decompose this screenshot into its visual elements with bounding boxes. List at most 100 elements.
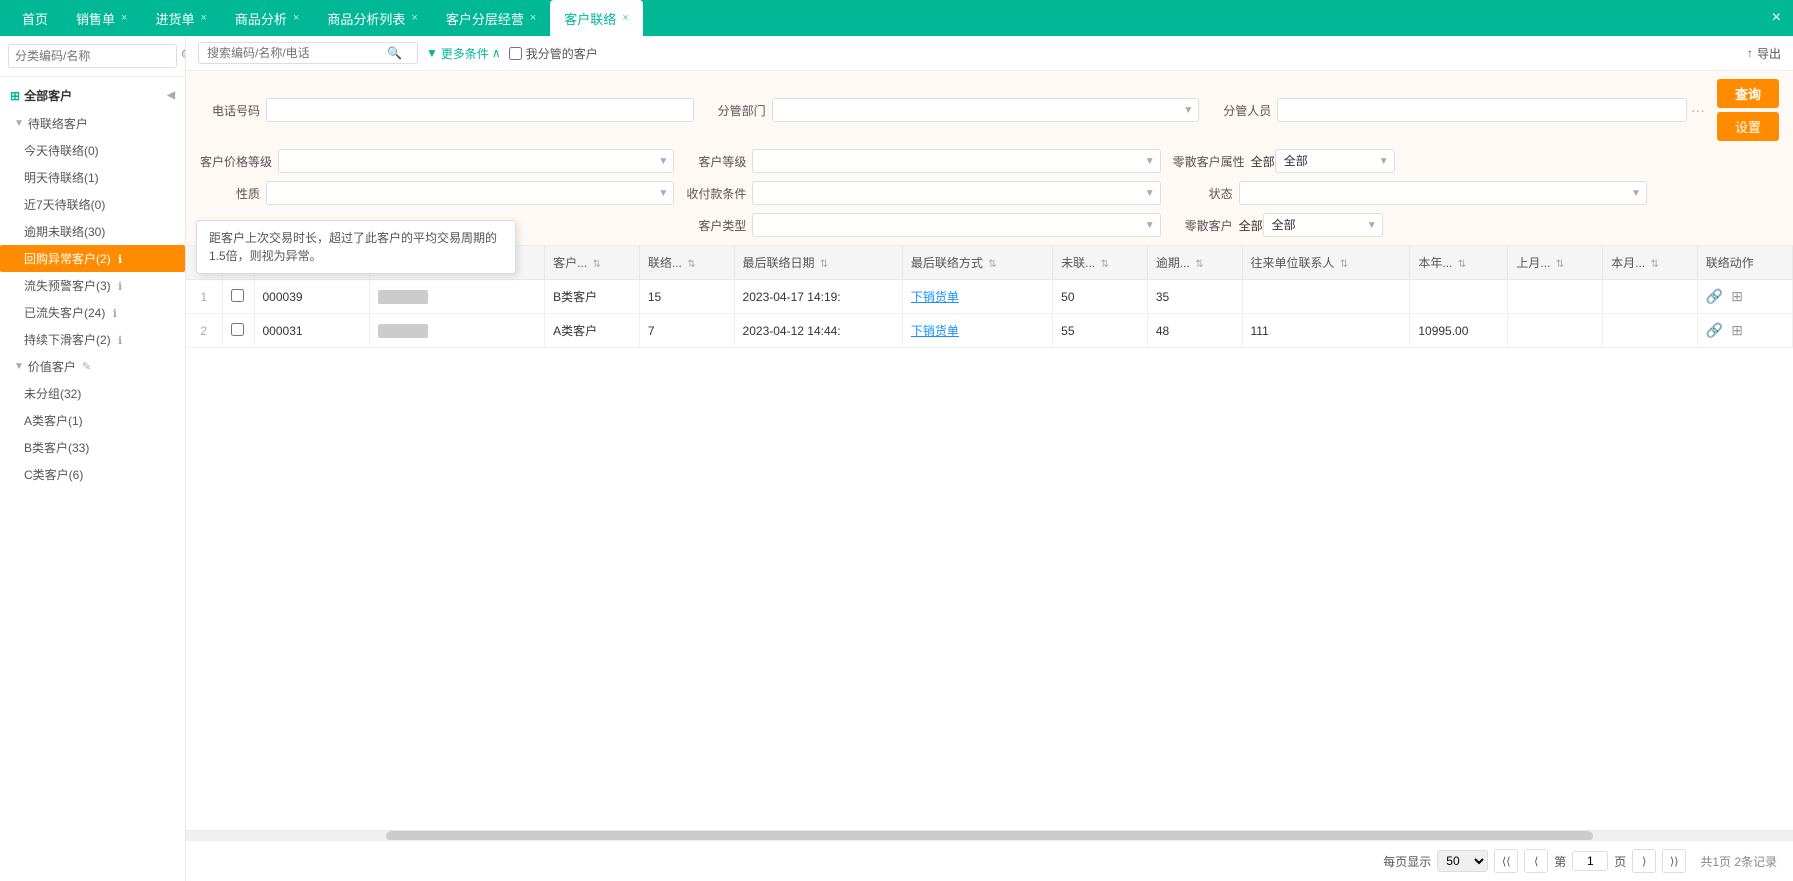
status-select[interactable] [1239, 181, 1647, 205]
search-submit-icon[interactable]: 🔍 [387, 46, 402, 60]
dept-select[interactable] [772, 98, 1200, 122]
sidebar-item-repurchase-abnormal[interactable]: 回购异常客户(2) ℹ [0, 245, 185, 272]
filter-row-2: 客户价格等级 ▼ 客户等级 ▼ 零散客户属性 全部 [200, 149, 1779, 173]
customer-name-blurred [378, 290, 428, 304]
close-icon[interactable]: × [293, 12, 299, 24]
payment-select-wrap: ▼ [752, 181, 1160, 205]
customer-search-input[interactable] [207, 46, 387, 60]
chevron-up-icon: ∧ [492, 46, 501, 60]
filter-cell-manager: 分管人员 ··· [1211, 98, 1705, 122]
customer-name-blurred [378, 324, 428, 338]
query-button[interactable]: 查询 [1717, 79, 1779, 108]
sidebar-item-class-c[interactable]: C类客户(6) [0, 461, 185, 488]
close-icon[interactable]: × [200, 12, 206, 24]
sidebar-group-pending-title[interactable]: ▼ 待联络客户 [0, 110, 185, 137]
export-button[interactable]: ↑ 导出 [1747, 45, 1781, 62]
nav-item-purchase[interactable]: 进货单 × [141, 0, 220, 36]
nav-item-sales[interactable]: 销售单 × [62, 0, 141, 36]
overdue: 48 [1147, 314, 1242, 348]
my-customers-checkbox[interactable]: 我分管的客户 [509, 45, 598, 62]
expand-icon: ▼ [14, 361, 24, 372]
edit-icon[interactable]: ✎ [82, 360, 91, 373]
th-contact-count[interactable]: 联络... ⇅ [639, 246, 734, 280]
sidebar-all-customers[interactable]: ⊞ 全部客户 ◀ [0, 81, 185, 110]
close-icon[interactable]: × [530, 12, 536, 24]
customer-name [369, 314, 545, 348]
customer-level-select[interactable] [752, 149, 1160, 173]
sidebar-item-overdue[interactable]: 逾期未联络(30) [0, 218, 185, 245]
th-last-month[interactable]: 上月... ⇅ [1508, 246, 1603, 280]
phone-input[interactable] [266, 98, 694, 122]
sidebar-item-lost[interactable]: 已流失客户(24) ℹ [0, 299, 185, 326]
payment-select[interactable] [752, 181, 1160, 205]
sort-icon: ⇅ [687, 259, 695, 270]
nav-item-home[interactable]: 首页 [8, 0, 62, 36]
retail-select[interactable]: 全部 [1263, 213, 1383, 237]
th-this-year[interactable]: 本年... ⇅ [1410, 246, 1508, 280]
next-page-button[interactable]: ⟩ [1632, 849, 1656, 873]
more-conditions-button[interactable]: ▼ 更多条件 ∧ [426, 45, 501, 62]
sidebar-item-7days[interactable]: 近7天待联络(0) [0, 191, 185, 218]
sidebar-body: ⊞ 全部客户 ◀ ▼ 待联络客户 今天待联络(0) 明天待联络(1) 近7天待联… [0, 77, 185, 881]
close-icon[interactable]: × [622, 12, 628, 24]
link-icon[interactable]: 🔗 [1706, 322, 1723, 339]
top-nav: 首页 销售单 × 进货单 × 商品分析 × 商品分析列表 × 客户分层经营 × … [0, 0, 1793, 36]
manager-input[interactable] [1277, 98, 1687, 122]
nav-item-home-label: 首页 [22, 9, 48, 28]
nav-item-customer-tier[interactable]: 客户分层经营 × [432, 0, 550, 36]
sidebar-item-class-a[interactable]: A类客户(1) [0, 407, 185, 434]
nav-item-purchase-label: 进货单 [155, 9, 194, 28]
filter-cell-customer-level: 客户等级 ▼ [686, 149, 1160, 173]
row-checkbox[interactable] [231, 289, 244, 302]
th-last-contact-method[interactable]: 最后联络方式 ⇅ [902, 246, 1052, 280]
sidebar-group-value: ▼ 价值客户 ✎ 未分组(32) A类客户(1) B类客户(33) C类客户(6… [0, 353, 185, 488]
sort-icon: ⇅ [1101, 259, 1109, 270]
sidebar-item-declining[interactable]: 持续下滑客户(2) ℹ [0, 326, 185, 353]
sidebar-item-ungroup[interactable]: 未分组(32) [0, 380, 185, 407]
settings-button[interactable]: 设置 [1717, 112, 1779, 141]
nav-item-analysis[interactable]: 商品分析 × [221, 0, 313, 36]
close-icon[interactable]: × [411, 12, 417, 24]
filter-bar: 🔍 ▼ 更多条件 ∧ 我分管的客户 ↑ 导出 [186, 36, 1793, 71]
collapse-icon[interactable]: ◀ [167, 90, 175, 101]
sidebar-item-loss-warning[interactable]: 流失预警客户(3) ℹ [0, 272, 185, 299]
nav-item-customer-contact[interactable]: 客户联络 × [550, 0, 642, 36]
th-not-linked[interactable]: 未联... ⇅ [1053, 246, 1148, 280]
filter-cell-nature: 性质 ▼ [200, 181, 674, 205]
sidebar-item-today[interactable]: 今天待联络(0) [0, 137, 185, 164]
nature-select[interactable] [266, 181, 674, 205]
filter-icon: ▼ [426, 46, 438, 60]
sidebar-item-tomorrow[interactable]: 明天待联络(1) [0, 164, 185, 191]
th-contacts[interactable]: 往来单位联系人 ⇅ [1242, 246, 1410, 280]
sidebar-group-value-title[interactable]: ▼ 价值客户 ✎ [0, 353, 185, 380]
table-row: 1 000039 B类客户 15 2023-04-17 14:19: 下销 [186, 280, 1793, 314]
filter-row-3: 性质 ▼ 收付款条件 ▼ 状态 [200, 181, 1779, 205]
first-page-button[interactable]: ⟨⟨ [1494, 849, 1518, 873]
my-customers-checkbox-input[interactable] [509, 47, 522, 60]
th-this-month[interactable]: 本月... ⇅ [1603, 246, 1698, 280]
last-contact-method[interactable]: 下销货单 [902, 314, 1052, 348]
table-scroll-track[interactable] [186, 830, 1793, 840]
grid-action-icon[interactable]: ⊞ [1731, 322, 1743, 339]
nav-item-analysis-list[interactable]: 商品分析列表 × [313, 0, 431, 36]
price-level-select[interactable] [278, 149, 674, 173]
th-customer-type[interactable]: 客户... ⇅ [545, 246, 640, 280]
sidebar-search-input[interactable] [8, 44, 177, 68]
dots-button[interactable]: ··· [1691, 102, 1705, 118]
link-icon[interactable]: 🔗 [1706, 288, 1723, 305]
page-input[interactable] [1572, 851, 1608, 871]
retail-attr-select[interactable]: 全部 [1275, 149, 1395, 173]
last-contact-method[interactable]: 下销货单 [902, 280, 1052, 314]
page-size-select[interactable]: 50 10 20 100 [1437, 850, 1488, 872]
customer-type-select[interactable] [752, 213, 1160, 237]
this-year: 10995.00 [1410, 314, 1508, 348]
close-all-tabs-button[interactable]: × [1772, 9, 1781, 27]
th-last-contact-date[interactable]: 最后联络日期 ⇅ [734, 246, 902, 280]
prev-page-button[interactable]: ⟨ [1524, 849, 1548, 873]
grid-action-icon[interactable]: ⊞ [1731, 288, 1743, 305]
th-overdue[interactable]: 逾期... ⇅ [1147, 246, 1242, 280]
last-page-button[interactable]: ⟩⟩ [1662, 849, 1686, 873]
row-checkbox[interactable] [231, 323, 244, 336]
close-icon[interactable]: × [121, 12, 127, 24]
sidebar-item-class-b[interactable]: B类客户(33) [0, 434, 185, 461]
